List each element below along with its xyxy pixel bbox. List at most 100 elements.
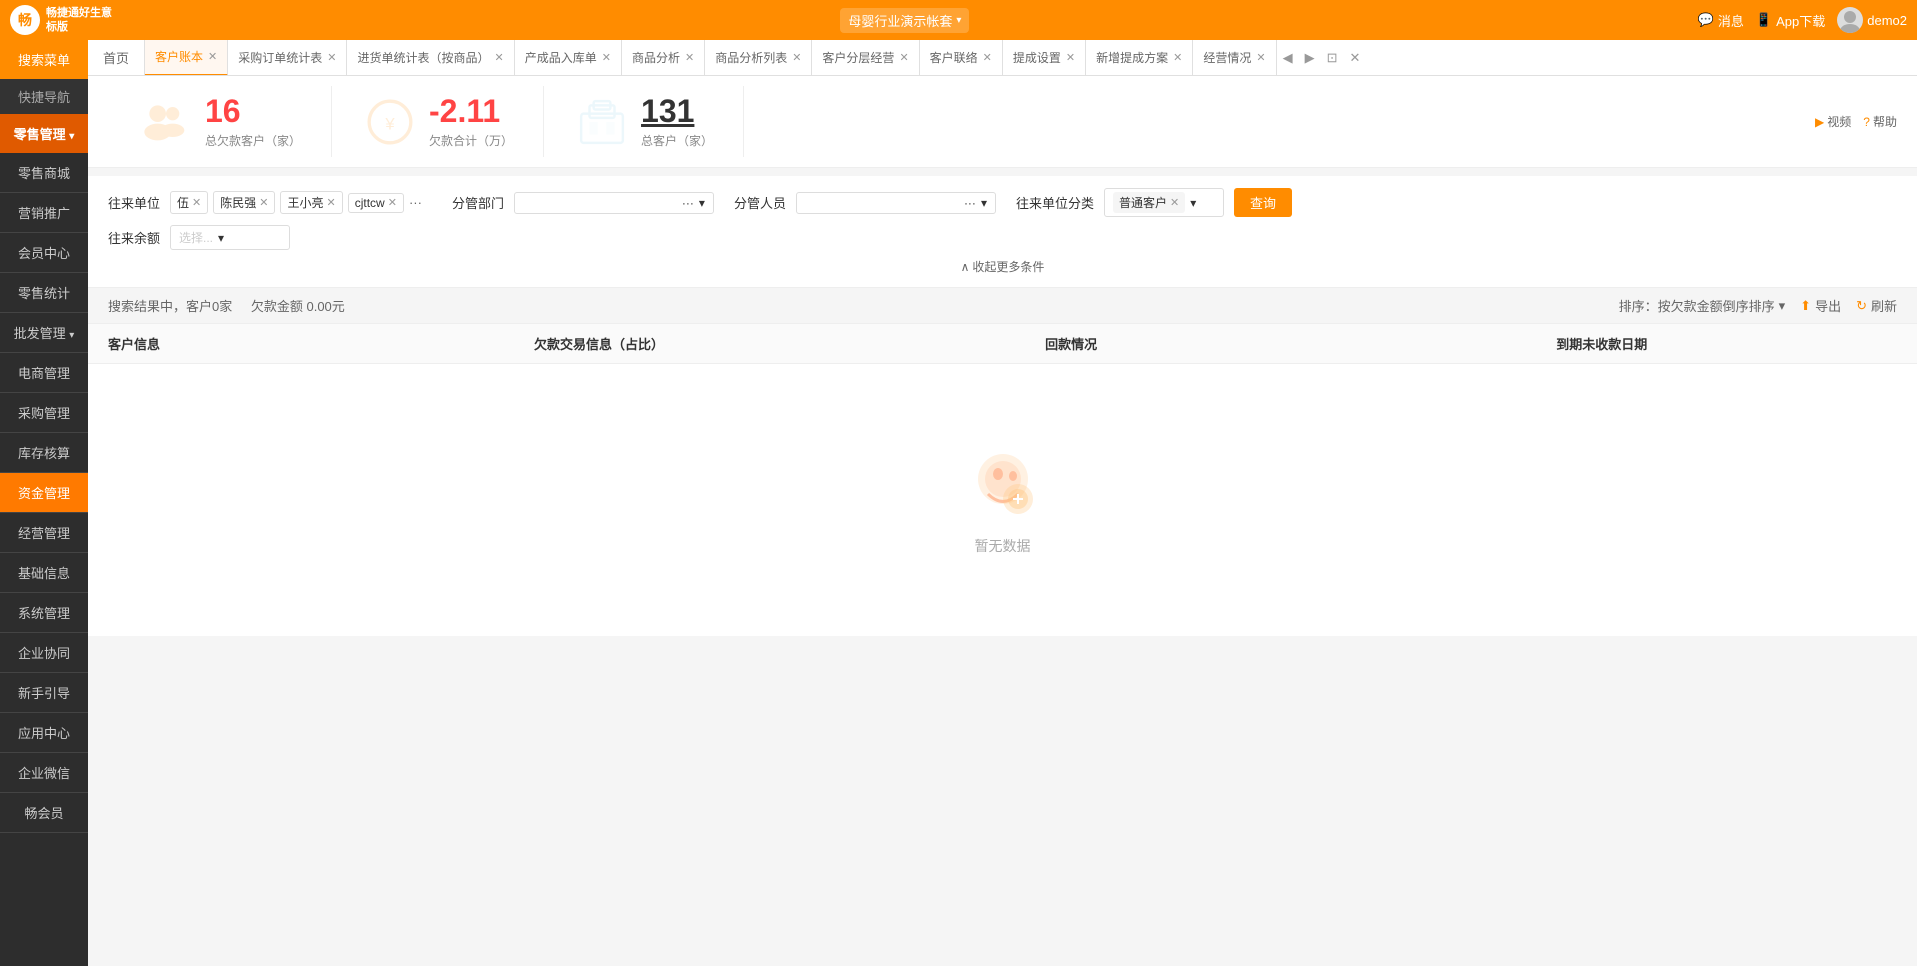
sidebar-item-retail-mall[interactable]: 零售商城 (0, 153, 88, 193)
chevron-down-icon: ▾ (218, 231, 224, 245)
tab-close-icon[interactable]: ✕ (1173, 51, 1182, 64)
result-actions: 排序：按欠款金额倒序排序 ▾ ⬆ 导出 ↻ 刷新 (1619, 296, 1897, 315)
tab-add-commission[interactable]: 新增提成方案 ✕ (1086, 40, 1193, 76)
filter-tags: 伍 ✕ 陈民强 ✕ 王小亮 ✕ (170, 191, 422, 214)
tab-customer-contact[interactable]: 客户联络 ✕ (920, 40, 1003, 76)
tag-remove-1[interactable]: ✕ (192, 196, 201, 209)
sidebar-item-retail-mgmt[interactable]: 零售管理 ▾ (0, 114, 88, 153)
tab-finished-goods[interactable]: 产成品入库单 ✕ (515, 40, 622, 76)
sidebar-item-inventory[interactable]: 库存核算 (0, 433, 88, 473)
tab-close-icon[interactable]: ✕ (208, 50, 217, 63)
sidebar-item-enterprise[interactable]: 企业协同 (0, 633, 88, 673)
search-btn[interactable]: 查询 (1234, 188, 1292, 217)
category-select[interactable]: 普通客户 ✕ ▾ (1104, 188, 1224, 217)
sidebar-item-changhui[interactable]: 畅会员 (0, 793, 88, 833)
total-debt-customers-label: 总欠款客户（家） (205, 132, 301, 149)
sidebar-item-marketing[interactable]: 营销推广 (0, 193, 88, 233)
top-logo: 畅 畅捷通好生意 标版 (10, 5, 112, 35)
tab-close-icon[interactable]: ✕ (327, 51, 336, 64)
tab-customer-ledger[interactable]: 客户账本 ✕ (145, 40, 228, 76)
chevron-down-icon: ▾ (981, 196, 987, 210)
tab-product-analysis[interactable]: 商品分析 ✕ (622, 40, 705, 76)
sidebar-item-wholesale-mgmt[interactable]: 批发管理 ▾ (0, 313, 88, 353)
avatar-image (1837, 7, 1863, 33)
tag-remove-4[interactable]: ✕ (388, 196, 397, 209)
chevron-down-icon: ▾ (956, 15, 961, 26)
sidebar-item-purchase[interactable]: 采购管理 (0, 393, 88, 433)
dept-select[interactable]: ··· ▾ (514, 192, 714, 214)
account-selector[interactable]: 母婴行业演示帐套 ▾ (840, 8, 969, 33)
refresh-btn[interactable]: ↻ 刷新 (1856, 296, 1897, 315)
sidebar-item-wecom[interactable]: 企业微信 (0, 753, 88, 793)
tab-close-icon[interactable]: ✕ (792, 51, 801, 64)
tab-product-list[interactable]: 商品分析列表 ✕ (705, 40, 812, 76)
stat-icon-customers (138, 94, 193, 149)
filter-more-btn[interactable]: ··· (409, 195, 422, 210)
play-icon: ▶ (1815, 115, 1824, 129)
export-btn[interactable]: ⬆ 导出 (1800, 296, 1841, 315)
filter-row-1: 往来单位 伍 ✕ 陈民强 ✕ 王小亮 (108, 188, 1897, 217)
tag-remove-2[interactable]: ✕ (259, 196, 268, 209)
help-icon: ? (1863, 115, 1870, 129)
category-tag-remove[interactable]: ✕ (1170, 196, 1179, 209)
app-wrapper: 畅 畅捷通好生意 标版 母婴行业演示帐套 ▾ 💬 消息 📱 App下载 demo (0, 0, 1917, 966)
total-debt-label: 欠款合计（万） (429, 132, 513, 149)
result-bar: 搜索结果中，客户0家 欠款金额 0.00元 排序：按欠款金额倒序排序 ▾ ⬆ 导… (88, 288, 1917, 324)
sidebar: 搜索菜单 快捷导航 零售管理 ▾ 零售商城 营销推广 会员中心 零售统计 批发管… (0, 40, 88, 966)
tab-inbound-stats[interactable]: 进货单统计表（按商品） ✕ (347, 40, 514, 76)
message-btn[interactable]: 💬 消息 (1698, 11, 1744, 30)
tab-purchase-order[interactable]: 采购订单统计表 ✕ (228, 40, 347, 76)
sidebar-item-operations[interactable]: 经营管理 (0, 513, 88, 553)
tab-close-icon[interactable]: ✕ (1066, 51, 1075, 64)
tab-home[interactable]: 首页 (88, 40, 145, 76)
tab-close-icon[interactable]: ✕ (602, 51, 611, 64)
person-filter-label: 分管人员 (734, 193, 786, 212)
app-download-btn[interactable]: 📱 App下载 (1756, 11, 1825, 30)
tab-scroll-right[interactable]: ▶ (1299, 40, 1321, 76)
tab-close-all[interactable]: ✕ (1344, 40, 1367, 76)
result-summary: 搜索结果中，客户0家 欠款金额 0.00元 (108, 296, 345, 315)
sidebar-item-system[interactable]: 系统管理 (0, 593, 88, 633)
stat-values-debt: -2.11 欠款合计（万） (429, 94, 513, 149)
chevron-down-icon: ▾ (69, 131, 74, 142)
logo-icon: 畅 (10, 5, 40, 35)
tab-close-icon[interactable]: ✕ (1256, 51, 1265, 64)
sort-btn[interactable]: 排序：按欠款金额倒序排序 ▾ (1619, 296, 1786, 315)
th-repay-info: 回款情况 (1045, 334, 1556, 353)
tab-close-icon[interactable]: ✕ (983, 51, 992, 64)
dept-more-icon: ··· (682, 196, 694, 210)
collapse-btn[interactable]: ∧ 收起更多条件 (961, 258, 1045, 275)
sidebar-nav[interactable]: 快捷导航 (0, 79, 88, 114)
balance-select[interactable]: 选择... ▾ (170, 225, 290, 250)
sidebar-item-member-center[interactable]: 会员中心 (0, 233, 88, 273)
tab-scroll-left[interactable]: ◀ (1277, 40, 1299, 76)
tab-close-icon[interactable]: ✕ (899, 51, 908, 64)
sidebar-item-finance[interactable]: 资金管理 (0, 473, 88, 513)
sidebar-item-retail-stats[interactable]: 零售统计 (0, 273, 88, 313)
help-btn[interactable]: ? 帮助 (1863, 113, 1897, 130)
video-help-btn[interactable]: ▶ 视频 (1815, 113, 1851, 130)
sidebar-item-app-center[interactable]: 应用中心 (0, 713, 88, 753)
tab-restore[interactable]: ⊡ (1321, 40, 1344, 76)
tab-close-icon[interactable]: ✕ (685, 51, 694, 64)
sidebar-item-ecommerce[interactable]: 电商管理 (0, 353, 88, 393)
filter-tag-3: 王小亮 ✕ (280, 191, 342, 214)
filter-tag-1: 伍 ✕ (170, 191, 208, 214)
tab-bar: 首页 客户账本 ✕ 采购订单统计表 ✕ 进货单统计表（按商品） ✕ 产成品入库单… (88, 40, 1917, 76)
tab-commission-settings[interactable]: 提成设置 ✕ (1003, 40, 1086, 76)
stat-values-all-customers: 131 总客户（家） (641, 94, 713, 149)
person-select[interactable]: ··· ▾ (796, 192, 996, 214)
sidebar-item-basic-info[interactable]: 基础信息 (0, 553, 88, 593)
sidebar-item-guide[interactable]: 新手引导 (0, 673, 88, 713)
sidebar-search[interactable]: 搜索菜单 (0, 40, 88, 79)
tag-remove-3[interactable]: ✕ (327, 196, 336, 209)
tab-operations[interactable]: 经营情况 ✕ (1193, 40, 1276, 76)
stat-block-debt: ¥ -2.11 欠款合计（万） (332, 86, 544, 157)
top-bar: 畅 畅捷通好生意 标版 母婴行业演示帐套 ▾ 💬 消息 📱 App下载 demo (0, 0, 1917, 40)
filter-area: 往来单位 伍 ✕ 陈民强 ✕ 王小亮 (88, 176, 1917, 288)
tab-close-icon[interactable]: ✕ (495, 51, 504, 64)
user-avatar[interactable]: demo2 (1837, 7, 1907, 33)
total-debt-customers-number: 16 (205, 94, 301, 129)
filter-tag-2: 陈民强 ✕ (213, 191, 275, 214)
tab-customer-layer[interactable]: 客户分层经营 ✕ (812, 40, 919, 76)
